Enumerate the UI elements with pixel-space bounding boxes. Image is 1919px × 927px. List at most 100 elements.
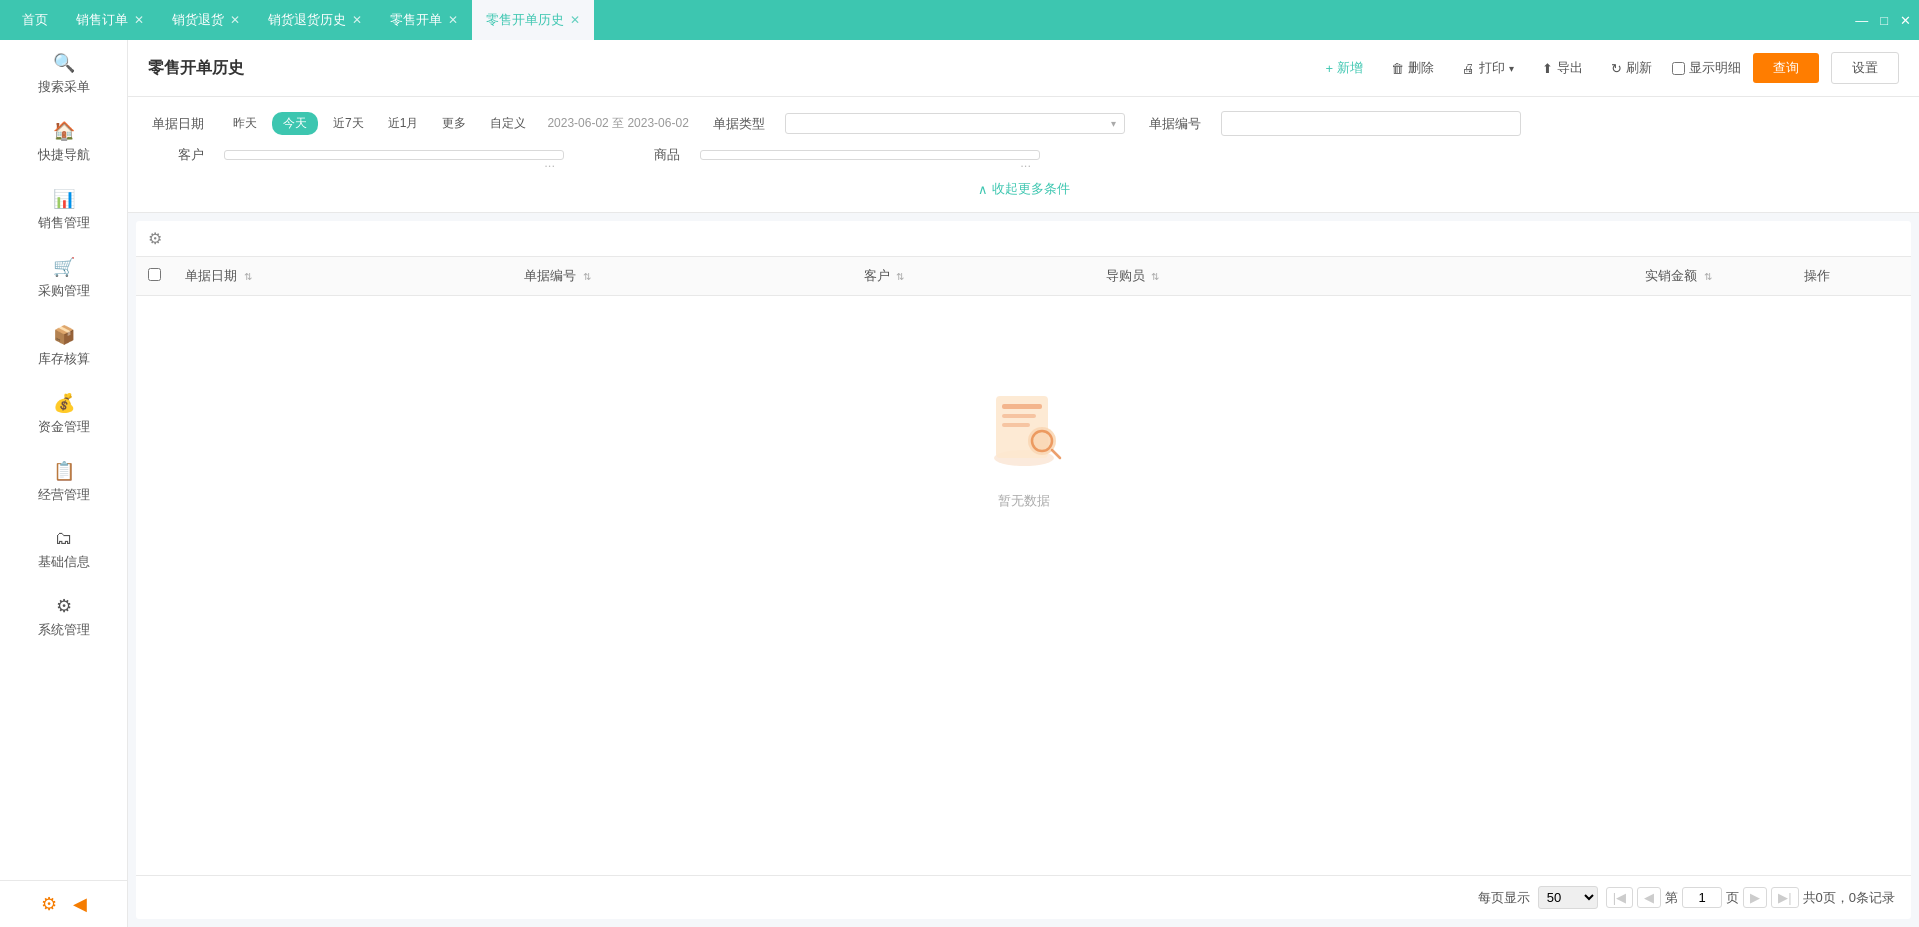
print-dropdown-icon: ▾ <box>1509 63 1514 74</box>
quick-nav-icon: 🏠 <box>53 120 75 142</box>
tab-sales-return[interactable]: 销货退货 ✕ <box>158 0 254 40</box>
first-page-button[interactable]: |◀ <box>1606 887 1633 908</box>
sidebar-item-inventory[interactable]: 📦 库存核算 <box>0 312 127 380</box>
refresh-button[interactable]: ↻ 刷新 <box>1603 55 1660 81</box>
collapse-button[interactable]: ∧ 收起更多条件 <box>978 174 1070 198</box>
top-bar: 首页 销售订单 ✕ 销货退货 ✕ 销货退货历史 ✕ 零售开单 ✕ 零售开单历史 … <box>0 0 1919 40</box>
search-purchase-icon: 🔍 <box>53 52 75 74</box>
sort-bill-no-icon: ⇅ <box>583 271 591 282</box>
delete-button[interactable]: 🗑 删除 <box>1383 55 1442 81</box>
top-bar-actions: — □ ✕ <box>1855 13 1911 28</box>
sidebar-item-purchase-mgmt[interactable]: 🛒 采购管理 <box>0 244 127 312</box>
sidebar-item-basic-info[interactable]: 🗂 基础信息 <box>0 516 127 583</box>
per-page-label: 每页显示 <box>1478 889 1530 907</box>
sidebar-item-search-purchase[interactable]: 🔍 搜索采单 <box>0 40 127 108</box>
tab-close-retail-open-history[interactable]: ✕ <box>570 13 580 27</box>
sort-bill-date-icon: ⇅ <box>244 271 252 282</box>
customer-input[interactable] <box>224 150 564 160</box>
data-table: 单据日期 ⇅ 单据编号 ⇅ 客户 ⇅ 导购员 ⇅ <box>136 257 1911 296</box>
page-nav: |◀ ◀ 第 页 ▶ ▶| 共0页，0条记录 <box>1606 887 1895 908</box>
close-icon[interactable]: ✕ <box>1900 13 1911 28</box>
collapse-icon: ∧ <box>978 182 988 197</box>
setting-button[interactable]: 设置 <box>1831 52 1899 84</box>
collapse-footer-icon[interactable]: ◀ <box>73 893 87 915</box>
table-toolbar: ⚙ <box>136 221 1911 257</box>
th-bill-date[interactable]: 单据日期 ⇅ <box>173 257 512 296</box>
print-icon: 🖨 <box>1462 61 1475 76</box>
date-btn-today[interactable]: 今天 <box>272 112 318 135</box>
th-actual-amount[interactable]: 实销金额 ⇅ <box>1384 257 1723 296</box>
export-button[interactable]: ⬆ 导出 <box>1534 55 1591 81</box>
no-data-icon <box>974 376 1074 476</box>
sidebar-item-sales-mgmt[interactable]: 📊 销售管理 <box>0 176 127 244</box>
minimize-icon[interactable]: — <box>1855 13 1868 28</box>
th-customer[interactable]: 客户 ⇅ <box>852 257 1094 296</box>
toolbar: + 新增 🗑 删除 🖨 打印 ▾ ⬆ 导出 ↻ 刷新 <box>1317 52 1899 84</box>
total-label: 共0页，0条记录 <box>1803 889 1895 907</box>
date-btn-custom[interactable]: 自定义 <box>481 112 535 135</box>
tab-close-sales-order[interactable]: ✕ <box>134 13 144 27</box>
next-page-button[interactable]: ▶ <box>1743 887 1767 908</box>
table-scroll[interactable]: 单据日期 ⇅ 单据编号 ⇅ 客户 ⇅ 导购员 ⇅ <box>136 257 1911 875</box>
per-page-select[interactable]: 50 100 200 <box>1538 886 1598 909</box>
tab-retail-open[interactable]: 零售开单 ✕ <box>376 0 472 40</box>
bill-no-input[interactable] <box>1221 111 1521 136</box>
tab-sales-return-history[interactable]: 销货退货历史 ✕ <box>254 0 376 40</box>
pagination: 每页显示 50 100 200 |◀ ◀ 第 页 ▶ ▶| 共0页，0条记录 <box>136 875 1911 919</box>
sidebar-footer: ⚙ ◀ <box>0 880 127 927</box>
product-label: 商品 <box>624 146 680 164</box>
date-btn-yesterday[interactable]: 昨天 <box>224 112 266 135</box>
tab-close-retail-open[interactable]: ✕ <box>448 13 458 27</box>
sidebar-item-quick-nav[interactable]: 🏠 快捷导航 <box>0 108 127 176</box>
tab-close-sales-return[interactable]: ✕ <box>230 13 240 27</box>
tab-sales-order[interactable]: 销售订单 ✕ <box>62 0 158 40</box>
svg-rect-4 <box>1002 423 1030 427</box>
page-input[interactable] <box>1682 887 1722 908</box>
operations-icon: 📋 <box>53 460 75 482</box>
show-detail: 显示明细 <box>1672 59 1741 77</box>
settings-footer-icon[interactable]: ⚙ <box>41 893 57 915</box>
sort-actual-amount-icon: ⇅ <box>1704 271 1712 282</box>
select-all-checkbox[interactable] <box>148 268 161 281</box>
finance-icon: 💰 <box>53 392 75 414</box>
bill-no-label: 单据编号 <box>1145 115 1201 133</box>
page-suffix-label: 页 <box>1726 889 1739 907</box>
th-salesperson[interactable]: 导购员 ⇅ <box>1094 257 1385 296</box>
bill-type-select[interactable]: ▾ <box>785 113 1125 134</box>
no-data-text: 暂无数据 <box>998 492 1050 510</box>
date-btn-more[interactable]: 更多 <box>433 112 475 135</box>
maximize-icon[interactable]: □ <box>1880 13 1888 28</box>
table-wrapper: ⚙ 单据日期 ⇅ 单据编号 ⇅ <box>136 221 1911 919</box>
page-title: 零售开单历史 <box>148 58 244 79</box>
add-button[interactable]: + 新增 <box>1317 55 1371 81</box>
th-bill-no[interactable]: 单据编号 ⇅ <box>512 257 851 296</box>
export-icon: ⬆ <box>1542 61 1553 76</box>
prev-page-button[interactable]: ◀ <box>1637 887 1661 908</box>
basic-info-icon: 🗂 <box>55 528 73 549</box>
show-detail-checkbox[interactable] <box>1672 62 1685 75</box>
bill-type-dropdown-icon: ▾ <box>1111 118 1116 129</box>
tab-retail-open-history[interactable]: 零售开单历史 ✕ <box>472 0 594 40</box>
last-page-button[interactable]: ▶| <box>1771 887 1798 908</box>
svg-rect-2 <box>1002 404 1042 409</box>
date-btn-1month[interactable]: 近1月 <box>379 112 428 135</box>
date-btn-7days[interactable]: 近7天 <box>324 112 373 135</box>
tab-home[interactable]: 首页 <box>8 0 62 40</box>
tab-close-sales-return-history[interactable]: ✕ <box>352 13 362 27</box>
filter-row-2: 客户 商品 <box>148 146 1899 164</box>
query-button[interactable]: 查询 <box>1753 53 1819 83</box>
system-mgmt-icon: ⚙ <box>56 595 72 617</box>
date-label: 单据日期 <box>148 115 204 133</box>
table-settings-icon[interactable]: ⚙ <box>148 229 162 248</box>
sidebar-item-system-mgmt[interactable]: ⚙ 系统管理 <box>0 583 127 651</box>
th-action: 操作 <box>1724 257 1911 296</box>
sort-customer-icon: ⇅ <box>896 271 904 282</box>
customer-label: 客户 <box>148 146 204 164</box>
print-button[interactable]: 🖨 打印 ▾ <box>1454 55 1522 81</box>
th-checkbox <box>136 257 173 296</box>
sidebar-item-finance[interactable]: 💰 资金管理 <box>0 380 127 448</box>
add-icon: + <box>1325 61 1333 76</box>
sort-salesperson-icon: ⇅ <box>1151 271 1159 282</box>
product-input[interactable] <box>700 150 1040 160</box>
sidebar-item-operations[interactable]: 📋 经营管理 <box>0 448 127 516</box>
